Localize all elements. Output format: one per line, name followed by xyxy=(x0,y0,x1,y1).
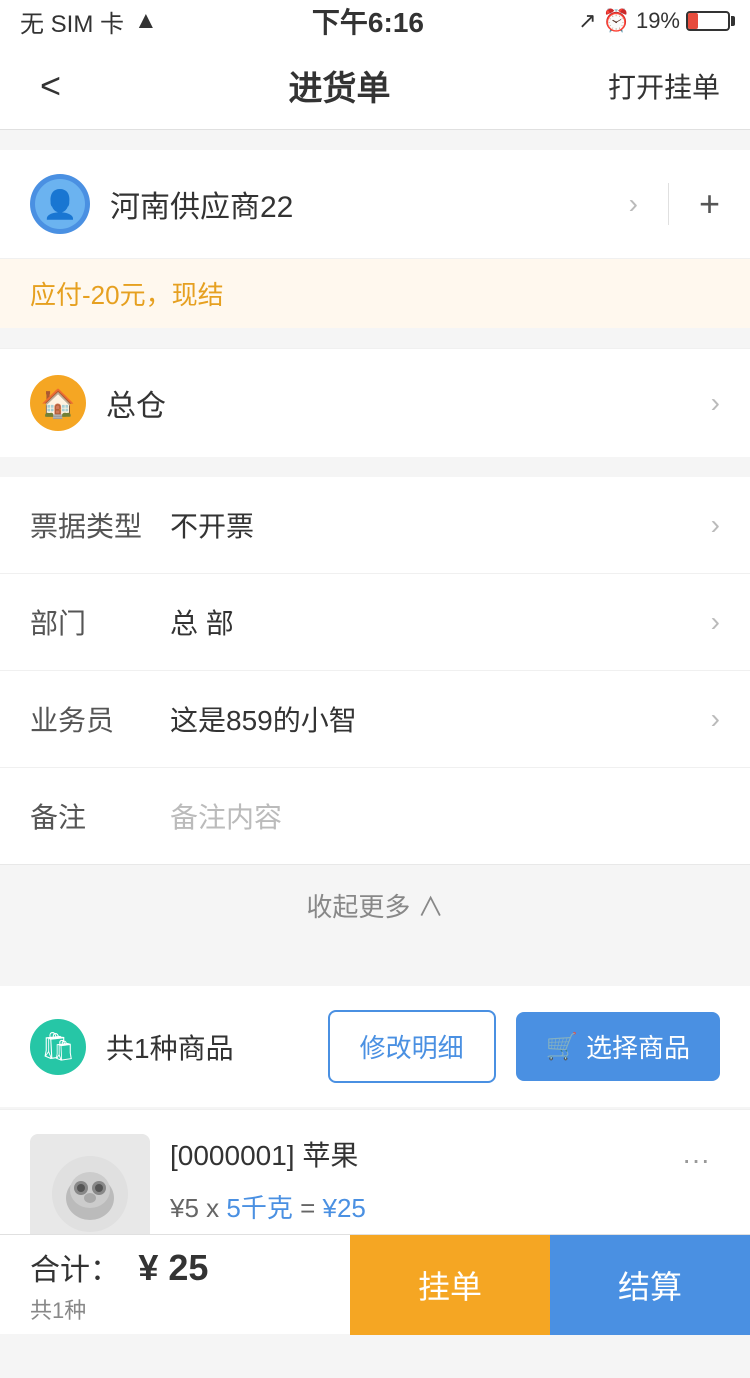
status-time: 下午6:16 xyxy=(312,1,424,41)
product-more-button[interactable]: ··· xyxy=(672,1134,720,1186)
product-name: [0000001] 苹果 xyxy=(170,1134,652,1174)
invoice-type-value: 不开票 xyxy=(170,505,711,545)
select-product-label: 选择商品 xyxy=(586,1028,690,1065)
remark-row[interactable]: 备注 备注内容 xyxy=(0,768,750,864)
products-icon: 🛍 xyxy=(30,1019,86,1075)
warehouse-icon: 🏠 xyxy=(30,375,86,431)
product-price: ¥5 x 5千克 = ¥25 xyxy=(170,1188,652,1225)
supplier-avatar: 👤 xyxy=(30,174,90,234)
back-button[interactable]: < xyxy=(30,55,71,117)
edit-detail-button[interactable]: 修改明细 xyxy=(328,1010,496,1083)
product-total: ¥25 xyxy=(323,1193,366,1223)
department-value: 总 部 xyxy=(170,602,711,642)
total-main: 合计： ¥ 25 xyxy=(30,1245,320,1289)
section-divider-2 xyxy=(0,328,750,348)
bottom-bar: 合计： ¥ 25 共1种 挂单 结算 xyxy=(0,1234,750,1334)
status-right: ↗ ⏰ 19% xyxy=(578,8,730,34)
invoice-type-chevron: › xyxy=(711,509,720,541)
cart-icon: 🛍 xyxy=(40,1030,76,1063)
remark-label: 备注 xyxy=(30,796,150,836)
total-label: 合计： xyxy=(30,1254,120,1287)
section-divider-1 xyxy=(0,130,750,150)
product-thumb-svg xyxy=(50,1154,130,1234)
product-qty: 5千克 xyxy=(226,1193,292,1223)
supplier-section: 👤 河南供应商22 › + 应付-20元，现结 xyxy=(0,150,750,328)
invoice-type-label: 票据类型 xyxy=(30,505,150,545)
supplier-name: 河南供应商22 xyxy=(110,182,629,226)
select-product-icon: 🛒 xyxy=(546,1031,578,1062)
salesman-value: 这是859的小智 xyxy=(170,699,711,739)
product-multiply: x xyxy=(206,1193,226,1223)
store-icon: 🏠 xyxy=(41,387,76,420)
carrier-text: 无 SIM 卡 xyxy=(20,4,124,39)
location-icon: ↗ xyxy=(578,8,596,34)
status-bar: 无 SIM 卡 ▲ 下午6:16 ↗ ⏰ 19% xyxy=(0,0,750,42)
warehouse-row[interactable]: 🏠 总仓 › xyxy=(0,348,750,457)
product-name-text: 苹果 xyxy=(302,1140,358,1171)
supplier-row[interactable]: 👤 河南供应商22 › + xyxy=(0,150,750,259)
salesman-label: 业务员 xyxy=(30,699,150,739)
warehouse-name: 总仓 xyxy=(106,381,711,425)
alarm-icon: ⏰ xyxy=(603,8,630,34)
remark-placeholder[interactable]: 备注内容 xyxy=(170,796,720,836)
battery-icon xyxy=(686,11,730,31)
salesman-row[interactable]: 业务员 这是859的小智 › xyxy=(0,671,750,768)
warehouse-chevron-icon: › xyxy=(711,387,720,419)
total-section: 合计： ¥ 25 共1种 xyxy=(0,1245,350,1325)
section-divider-3 xyxy=(0,946,750,966)
chevron-right-icon: › xyxy=(629,188,638,220)
select-product-button[interactable]: 🛒 选择商品 xyxy=(516,1012,720,1081)
product-unit-price: ¥5 xyxy=(170,1193,199,1223)
wifi-icon: ▲ xyxy=(134,7,158,35)
product-info: [0000001] 苹果 ¥5 x 5千克 = ¥25 xyxy=(170,1134,652,1225)
warehouse-section: 🏠 总仓 › xyxy=(0,348,750,457)
product-code: [0000001] xyxy=(170,1140,295,1171)
total-sub: 共1种 xyxy=(30,1293,320,1325)
checkout-button[interactable]: 结算 xyxy=(550,1235,750,1335)
avatar-inner: 👤 xyxy=(35,179,85,229)
notice-text: 应付-20元，现结 xyxy=(30,280,224,310)
open-pending-button[interactable]: 打开挂单 xyxy=(608,66,720,106)
person-icon: 👤 xyxy=(43,188,78,221)
department-label: 部门 xyxy=(30,602,150,642)
department-row[interactable]: 部门 总 部 › xyxy=(0,574,750,671)
salesman-chevron: › xyxy=(711,703,720,735)
page-title: 进货单 xyxy=(289,61,391,110)
collapse-button[interactable]: 收起更多 ∧ xyxy=(0,864,750,946)
form-section: 票据类型 不开票 › 部门 总 部 › 业务员 这是859的小智 › 备注 备注… xyxy=(0,477,750,864)
product-equals: = xyxy=(300,1193,322,1223)
products-count: 共1种商品 xyxy=(106,1027,308,1067)
invoice-type-row[interactable]: 票据类型 不开票 › xyxy=(0,477,750,574)
battery-percent: 19% xyxy=(636,8,680,34)
add-supplier-button[interactable]: + xyxy=(668,183,720,225)
nav-bar: < 进货单 打开挂单 xyxy=(0,42,750,130)
products-header: 🛍 共1种商品 修改明细 🛒 选择商品 xyxy=(0,986,750,1107)
status-left: 无 SIM 卡 ▲ xyxy=(20,4,158,39)
hold-order-button[interactable]: 挂单 xyxy=(350,1235,550,1335)
notice-banner: 应付-20元，现结 xyxy=(0,259,750,328)
total-amount: ¥ 25 xyxy=(138,1247,208,1288)
department-chevron: › xyxy=(711,606,720,638)
